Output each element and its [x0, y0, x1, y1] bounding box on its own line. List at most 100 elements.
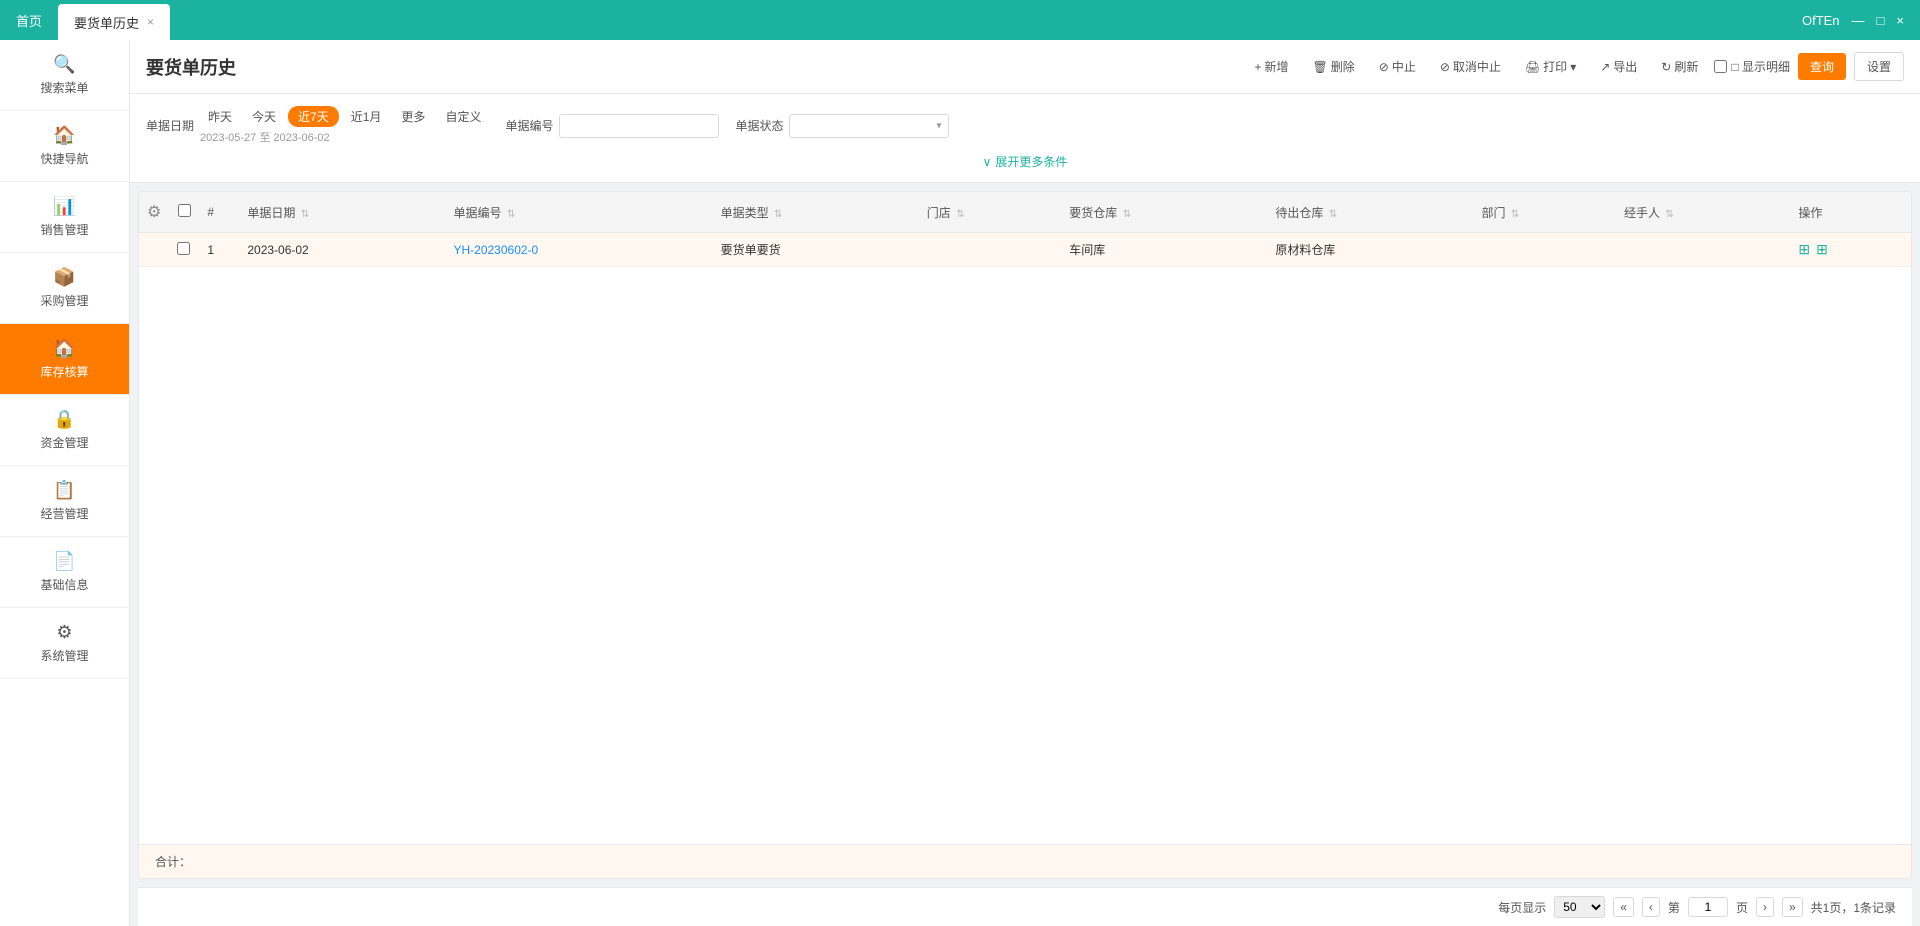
- restore-btn[interactable]: □: [1877, 13, 1885, 28]
- cell-date: 2023-06-02: [239, 233, 445, 267]
- delete-button[interactable]: 🗑 删除: [1305, 54, 1363, 79]
- table-header: ⚙ # 单据日期 ⇅ 单据编号: [139, 192, 1911, 233]
- sidebar-item-search-menu[interactable]: 🔍 搜索菜单: [0, 40, 129, 111]
- page-size-label: 每页显示: [1498, 899, 1546, 916]
- expand-more-btn[interactable]: ∨ 展开更多条件: [146, 153, 1904, 170]
- table-scroll[interactable]: ⚙ # 单据日期 ⇅ 单据编号: [139, 192, 1911, 844]
- sidebar-item-inventory[interactable]: 🏠 库存核算: [0, 324, 129, 395]
- order-no-link[interactable]: YH-20230602-0: [453, 243, 538, 257]
- col-order-no[interactable]: 单据编号 ⇅: [445, 192, 712, 233]
- cell-checkbox: [169, 233, 199, 267]
- date-range-display: 2023-05-27 至 2023-06-02: [200, 129, 489, 145]
- last-page-btn[interactable]: »: [1782, 897, 1803, 917]
- sidebar-item-label: 资金管理: [40, 434, 88, 451]
- order-no-input[interactable]: [559, 114, 719, 138]
- col-handler[interactable]: 经手人 ⇅: [1616, 192, 1790, 233]
- col-store-sort: ⇅: [956, 209, 964, 220]
- sidebar-item-operations[interactable]: 📋 经营管理: [0, 466, 129, 537]
- tab-home-label: 首页: [16, 11, 42, 30]
- col-pending-wh-sort: ⇅: [1329, 209, 1337, 220]
- show-detail-label: □ 显示明细: [1731, 58, 1790, 75]
- tab-history[interactable]: 要货单历史 ×: [58, 4, 170, 40]
- show-detail-checkbox[interactable]: [1714, 60, 1727, 73]
- expand-label: 展开更多条件: [995, 153, 1067, 170]
- prev-page-btn[interactable]: ‹: [1642, 897, 1660, 917]
- settings-button[interactable]: 设置: [1854, 52, 1904, 81]
- col-order-no-sort: ⇅: [507, 209, 515, 220]
- col-store[interactable]: 门店 ⇅: [919, 192, 1062, 233]
- search-menu-icon: 🔍: [53, 54, 75, 75]
- table-settings-icon[interactable]: ⚙: [147, 204, 161, 221]
- close-btn[interactable]: ×: [1896, 13, 1904, 28]
- status-label: 单据状态: [735, 117, 783, 134]
- add-button[interactable]: + 新增: [1247, 54, 1297, 79]
- col-dept[interactable]: 部门 ⇅: [1474, 192, 1617, 233]
- top-bar: 首页 要货单历史 × OfTEn — □ ×: [0, 0, 1920, 40]
- export-button[interactable]: ↗ 导出: [1592, 54, 1645, 79]
- col-date-sort: ⇅: [301, 209, 309, 220]
- purchase-icon: 📦: [53, 267, 75, 288]
- select-all-checkbox[interactable]: [178, 204, 191, 217]
- col-request-wh-sort: ⇅: [1123, 209, 1131, 220]
- tab-close-icon[interactable]: ×: [147, 15, 154, 29]
- col-order-type[interactable]: 单据类型 ⇅: [713, 192, 919, 233]
- sidebar-item-purchase[interactable]: 📦 采购管理: [0, 253, 129, 324]
- table-area: ⚙ # 单据日期 ⇅ 单据编号: [138, 191, 1912, 879]
- order-no-label: 单据编号: [505, 117, 553, 134]
- first-page-btn[interactable]: «: [1613, 897, 1634, 917]
- sales-icon: 📊: [53, 196, 75, 217]
- next-page-btn[interactable]: ›: [1756, 897, 1774, 917]
- top-bar-right: OfTEn — □ ×: [1802, 13, 1920, 28]
- minimize-btn[interactable]: —: [1852, 13, 1865, 28]
- cell-request-wh: 车间库: [1061, 233, 1267, 267]
- cell-order-type: 要货单要货: [713, 233, 919, 267]
- date-btn-custom[interactable]: 自定义: [437, 106, 489, 127]
- sidebar-item-finance[interactable]: 🔒 资金管理: [0, 395, 129, 466]
- stop-icon: ⊘: [1379, 60, 1389, 74]
- cancel-stop-button[interactable]: ⊘ 取消中止: [1432, 54, 1509, 79]
- page-header: 要货单历史 + 新增 🗑 删除 ⊘ 中止 ⊘ 取消中止: [130, 40, 1920, 94]
- status-select-wrap: [789, 114, 949, 138]
- sidebar-item-label: 库存核算: [40, 363, 88, 380]
- print-button[interactable]: 🖨 打印 ▾: [1517, 54, 1584, 79]
- col-checkbox: [169, 192, 199, 233]
- col-dept-sort: ⇅: [1511, 209, 1519, 220]
- sidebar-item-sales[interactable]: 📊 销售管理: [0, 182, 129, 253]
- date-btn-more[interactable]: 更多: [393, 106, 433, 127]
- edit-icon[interactable]: ⊞: [1798, 241, 1810, 258]
- row-checkbox[interactable]: [177, 242, 190, 255]
- sidebar-item-label: 基础信息: [40, 576, 88, 593]
- cell-store: [919, 233, 1062, 267]
- col-pending-wh[interactable]: 待出仓库 ⇅: [1267, 192, 1473, 233]
- refresh-button[interactable]: ↻ 刷新: [1653, 54, 1706, 79]
- sidebar: 🔍 搜索菜单 🏠 快捷导航 📊 销售管理 📦 采购管理 🏠 库存核算 🔒 资金管…: [0, 40, 130, 926]
- status-select[interactable]: [789, 114, 949, 138]
- page-number-input[interactable]: [1688, 897, 1728, 917]
- cell-num: 1: [199, 233, 239, 267]
- tab-history-label: 要货单历史: [74, 13, 139, 32]
- sidebar-item-system[interactable]: ⚙ 系统管理: [0, 608, 129, 679]
- stop-button[interactable]: ⊘ 中止: [1371, 54, 1424, 79]
- cell-handler: [1616, 233, 1790, 267]
- query-button[interactable]: 查询: [1798, 53, 1846, 80]
- col-request-wh[interactable]: 要货仓库 ⇅: [1061, 192, 1267, 233]
- date-btn-today[interactable]: 今天: [244, 106, 284, 127]
- cell-order-no: YH-20230602-0: [445, 233, 712, 267]
- date-btn-last7[interactable]: 近7天: [288, 106, 339, 127]
- show-detail-toggle[interactable]: □ 显示明细: [1714, 58, 1790, 75]
- sidebar-item-quick-nav[interactable]: 🏠 快捷导航: [0, 111, 129, 182]
- more-action-icon[interactable]: ⊞: [1816, 241, 1828, 258]
- col-date[interactable]: 单据日期 ⇅: [239, 192, 445, 233]
- date-btn-last1month[interactable]: 近1月: [343, 106, 390, 127]
- tab-home[interactable]: 首页: [0, 0, 58, 40]
- page-size-select[interactable]: 50 100 200: [1554, 896, 1605, 918]
- sidebar-item-basic-info[interactable]: 📄 基础信息: [0, 537, 129, 608]
- cell-pending-wh: 原材料仓库: [1267, 233, 1473, 267]
- sidebar-item-label: 系统管理: [40, 647, 88, 664]
- col-settings[interactable]: ⚙: [139, 192, 169, 233]
- date-filter-label: 单据日期: [146, 117, 194, 134]
- col-store-label: 门店: [927, 206, 951, 220]
- expand-icon: ∨: [983, 155, 992, 169]
- date-btn-yesterday[interactable]: 昨天: [200, 106, 240, 127]
- data-table: ⚙ # 单据日期 ⇅ 单据编号: [139, 192, 1911, 267]
